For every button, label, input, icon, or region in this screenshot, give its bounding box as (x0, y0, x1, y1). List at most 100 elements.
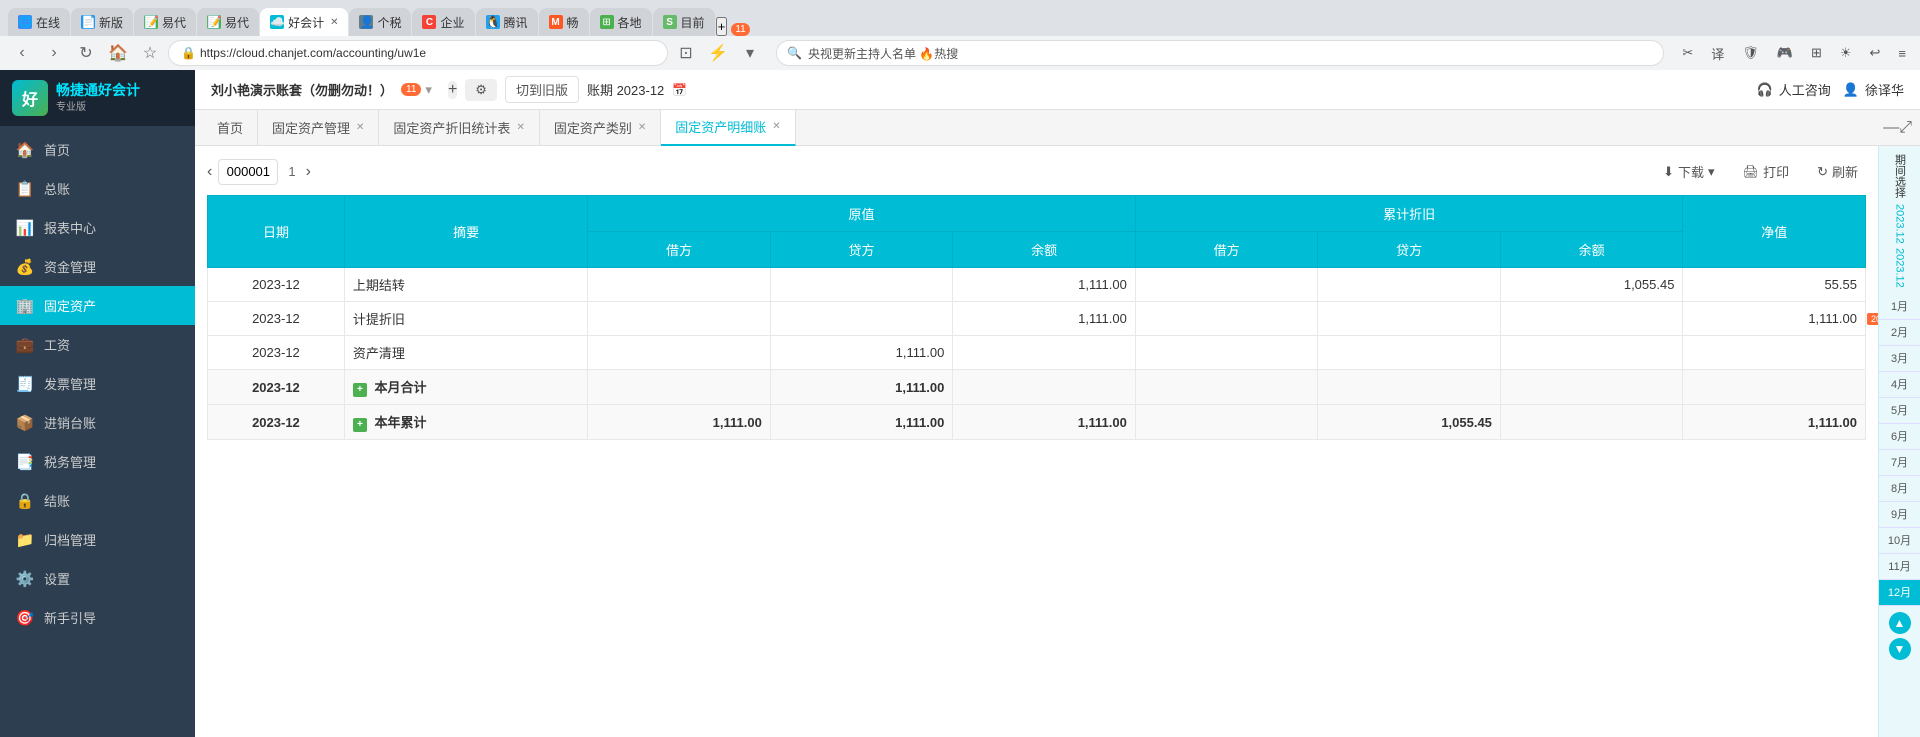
tab-depreciation-stats[interactable]: 固定资产折旧统计表 ✕ (379, 110, 539, 146)
bookmark-button[interactable]: ☆ (136, 39, 164, 67)
shield-btn[interactable]: 🛡 (1736, 43, 1765, 63)
tab-home[interactable]: 首页 (203, 110, 258, 146)
translate-btn[interactable]: 译 (1705, 42, 1730, 65)
sidebar-item-home[interactable]: 🏠 首页 (0, 130, 195, 169)
company-selector[interactable]: 刘小艳演示账套（勿删勿动！） 11 ▾ (211, 80, 432, 99)
download-button[interactable]: ⬇ 下载 ▾ (1655, 158, 1722, 185)
app-container: 好 畅捷通好会计 专业版 🏠 首页 📋 总账 📊 报表中心 💰 资金管理 (0, 70, 1920, 737)
maximize-button[interactable]: ⤢ (1899, 119, 1912, 137)
browser-tab-tencent[interactable]: 🐧 腾讯 (476, 8, 538, 36)
sidebar-item-reports[interactable]: 📊 报表中心 (0, 208, 195, 247)
browser-tab-muqian[interactable]: S 目前 (653, 8, 715, 36)
sidebar-item-guide[interactable]: 🎯 新手引导 (0, 598, 195, 637)
cell-dep-balance-1: 1,055.45 (1500, 268, 1683, 302)
tab-icon-new: 📄 (81, 15, 95, 29)
tab-icon-online: 🌐 (18, 15, 32, 29)
cell-date-2: 2023-12 (208, 302, 345, 336)
month-8[interactable]: 8月 (1879, 476, 1920, 502)
settings-button[interactable]: ⚙ (465, 79, 497, 101)
tab-asset-category[interactable]: 固定资产类别 ✕ (540, 110, 661, 146)
browser-tab-new[interactable]: 📄 新版 (71, 8, 133, 36)
reload-button[interactable]: ↻ (72, 39, 100, 67)
sidebar-item-settings[interactable]: ⚙️ 设置 (0, 559, 195, 598)
tab-fixed-asset-mgmt[interactable]: 固定资产管理 ✕ (258, 110, 379, 146)
tab-icon-muqian: S (663, 15, 677, 29)
page-number-input[interactable] (218, 159, 278, 185)
dropdown-button[interactable]: ▾ (736, 39, 764, 67)
browser-tab-yidai2[interactable]: 📝 易代 (197, 8, 259, 36)
month-12[interactable]: 12月 (1879, 580, 1920, 606)
period-start-date: 2023.12 (1894, 202, 1906, 246)
browser-tab-yidai1[interactable]: 📝 易代 (134, 8, 196, 36)
new-tab-button[interactable]: + (716, 17, 728, 36)
refresh-button[interactable]: ↻ 刷新 (1809, 158, 1866, 185)
browser-tab-online[interactable]: 🌐 在线 (8, 8, 70, 36)
month-9[interactable]: 9月 (1879, 502, 1920, 528)
cell-date-3: 2023-12 (208, 336, 345, 370)
browser-tab-geshui[interactable]: 👤 个税 (349, 8, 411, 36)
grid-btn[interactable]: ⊞ (1805, 43, 1828, 63)
lightning-button[interactable]: ⚡ (704, 39, 732, 67)
browser-tab-haokuaiji[interactable]: ☁️ 好会计 ✕ (260, 8, 348, 36)
month-2[interactable]: 2月 (1879, 320, 1920, 346)
undo-btn[interactable]: ↩ (1864, 43, 1887, 63)
home-button[interactable]: 🏠 (104, 39, 132, 67)
th-original-value: 原值 (588, 196, 1136, 232)
month-10[interactable]: 10月 (1879, 528, 1920, 554)
tab-icon-geshui: 👤 (359, 15, 373, 29)
cell-original-balance-4 (953, 370, 1136, 405)
customer-service[interactable]: 🎧 人工咨询 (1757, 80, 1831, 99)
month-3[interactable]: 3月 (1879, 346, 1920, 372)
scissor-btn[interactable]: ✂ (1676, 43, 1699, 63)
prev-page-button[interactable]: ‹ (207, 163, 212, 181)
brightness-btn[interactable]: ☀ (1834, 43, 1858, 63)
month-7[interactable]: 7月 (1879, 450, 1920, 476)
month-5[interactable]: 5月 (1879, 398, 1920, 424)
game-btn[interactable]: 🎮 (1771, 43, 1799, 63)
close-tab-asset-category[interactable]: ✕ (638, 122, 646, 133)
sidebar-item-tax[interactable]: 📑 税务管理 (0, 442, 195, 481)
th-summary: 摘要 (344, 196, 587, 268)
back-button[interactable]: ‹ (8, 39, 36, 67)
yearly-total-icon: + (353, 418, 367, 432)
next-page-button[interactable]: › (306, 163, 311, 181)
month-11[interactable]: 11月 (1879, 554, 1920, 580)
forward-button[interactable]: › (40, 39, 68, 67)
cell-original-debit-5: 1,111.00 (588, 405, 771, 440)
browser-tab-qiye[interactable]: C 企业 (412, 8, 474, 36)
menu-btn[interactable]: ≡ (1892, 44, 1912, 63)
cell-original-credit-1 (770, 268, 953, 302)
sidebar-item-payroll[interactable]: 💼 工资 (0, 325, 195, 364)
sidebar-item-fixed-assets[interactable]: 🏢 固定资产 (0, 286, 195, 325)
browser-tab-gedi[interactable]: ⊞ 各地 (590, 8, 652, 36)
search-bar[interactable]: 🔍 央视更新主持人名单 🔥热搜 (776, 40, 1664, 66)
sidebar-item-funds[interactable]: 💰 资金管理 (0, 247, 195, 286)
close-tab-depreciation-stats[interactable]: ✕ (516, 122, 524, 133)
user-avatar-icon: 👤 (1843, 82, 1859, 98)
scroll-down-button[interactable]: ▼ (1889, 638, 1911, 660)
address-bar[interactable]: 🔒 https://cloud.chanjet.com/accounting/u… (168, 40, 668, 66)
logo-icon: 好 (12, 80, 48, 116)
calendar-icon: 📅 (672, 83, 687, 97)
sidebar-item-archive[interactable]: 📁 归档管理 (0, 520, 195, 559)
headphone-icon: 🎧 (1757, 82, 1773, 98)
close-tab-fixed-asset-mgmt[interactable]: ✕ (356, 122, 364, 133)
sidebar-item-general-ledger[interactable]: 📋 总账 (0, 169, 195, 208)
browser-tab-chang[interactable]: M 畅 (539, 8, 589, 36)
add-company-button[interactable]: + (448, 81, 457, 99)
close-tab-haokuaiji[interactable]: ✕ (330, 17, 338, 28)
close-tab-asset-detail[interactable]: ✕ (772, 121, 780, 132)
sidebar-item-inventory[interactable]: 📦 进销台账 (0, 403, 195, 442)
sidebar-item-closing[interactable]: 🔒 结账 (0, 481, 195, 520)
tab-asset-detail[interactable]: 固定资产明细账 ✕ (661, 110, 795, 146)
print-button[interactable]: 🖨 打印 (1735, 158, 1798, 185)
month-6[interactable]: 6月 (1879, 424, 1920, 450)
month-1[interactable]: 1月 (1879, 294, 1920, 320)
switch-version-button[interactable]: 切到旧版 (505, 76, 579, 103)
minimize-button[interactable]: — (1883, 119, 1899, 137)
month-4[interactable]: 4月 (1879, 372, 1920, 398)
scroll-up-button[interactable]: ▲ (1889, 612, 1911, 634)
user-profile[interactable]: 👤 徐译华 (1843, 80, 1904, 99)
sidebar-item-invoice[interactable]: 🧾 发票管理 (0, 364, 195, 403)
qr-icon[interactable]: ⊡ (672, 39, 700, 67)
